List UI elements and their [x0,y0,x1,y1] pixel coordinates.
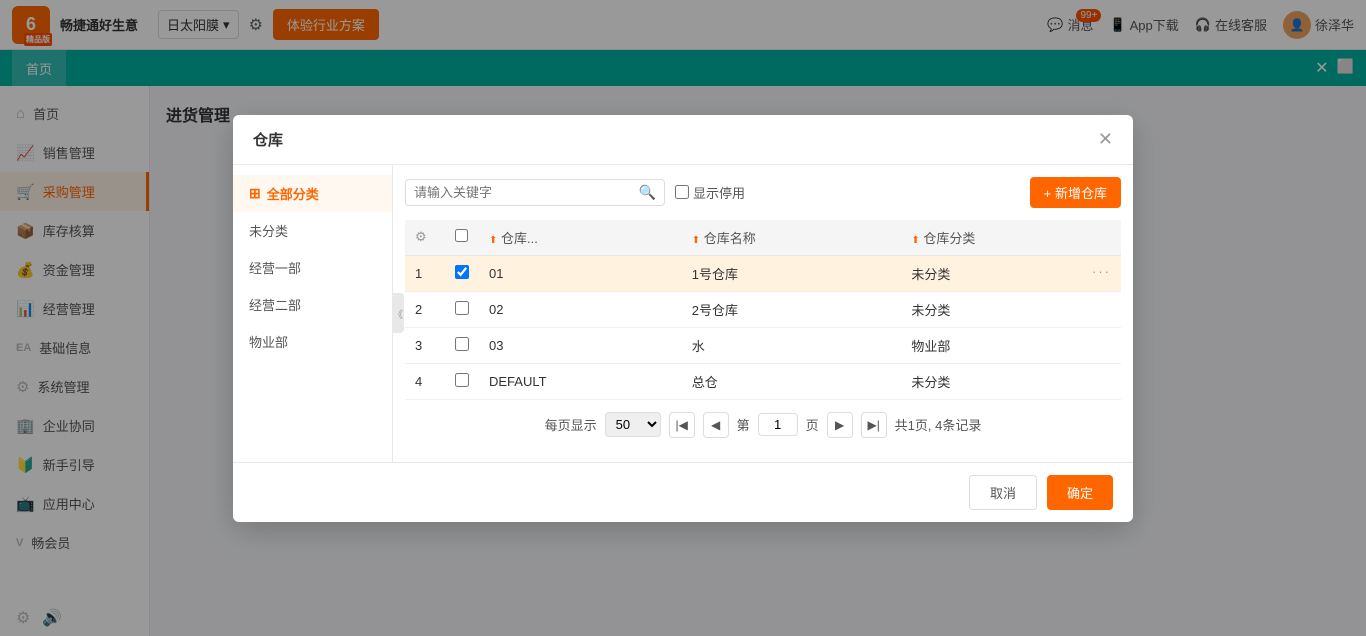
category-sidebar: ⊞ 全部分类 未分类 经营一部 经营二部 物业部 《 [233,165,393,462]
row-checkbox[interactable] [445,255,479,291]
table-toolbar: 🔍 显示停用 + 新增仓库 [405,177,1121,208]
cat-item-unclassified[interactable]: 未分类 [233,212,392,249]
cat-item-ops2[interactable]: 经营二部 [233,286,392,323]
cat-item-property[interactable]: 物业部 [233,323,392,360]
table-row[interactable]: 3 03 水 物业部 [405,327,1121,363]
add-warehouse-button[interactable]: + 新增仓库 [1030,177,1121,208]
modal-title: 仓库 [253,129,283,150]
row-category: 未分类 [901,363,1121,399]
select-all-checkbox[interactable] [455,229,468,242]
row-index: 3 [405,327,445,363]
table-row[interactable]: 1 01 1号仓库 未分类··· [405,255,1121,291]
cat-item-ops1[interactable]: 经营一部 [233,249,392,286]
show-disabled-label[interactable]: 显示停用 [675,183,745,202]
total-records: 共1页, 4条记录 [895,415,982,434]
row-name: 2号仓库 [682,291,902,327]
modal-body: ⊞ 全部分类 未分类 经营一部 经营二部 物业部 《 [233,165,1133,462]
prev-page-button[interactable]: ◀ [703,412,729,438]
row-checkbox[interactable] [445,363,479,399]
sort-icon-name: ⬆ [692,235,700,246]
cat-item-all[interactable]: ⊞ 全部分类 [233,175,392,212]
table-row[interactable]: 2 02 2号仓库 未分类 [405,291,1121,327]
cancel-button[interactable]: 取消 [969,475,1037,510]
row-checkbox[interactable] [445,291,479,327]
grid-icon: ⊞ [249,185,261,202]
collapse-category-button[interactable]: 《 [392,293,404,333]
last-page-button[interactable]: ▶| [861,412,887,438]
per-page-select[interactable]: 50 100 [605,412,661,437]
row-code: 02 [479,291,682,327]
confirm-button[interactable]: 确定 [1047,475,1113,510]
table-area: 🔍 显示停用 + 新增仓库 ⚙ ⬆ 仓库... [393,165,1133,462]
row-name: 1号仓库 [682,255,902,291]
row-index: 1 [405,255,445,291]
next-page-button[interactable]: ▶ [827,412,853,438]
pagination: 每页显示 50 100 |◀ ◀ 第 页 ▶ ▶| 共1页, 4条记录 [405,400,1121,450]
modal-header: 仓库 ✕ [233,115,1133,165]
row-index: 4 [405,363,445,399]
th-checkbox [445,220,479,256]
row-category: 未分类··· [901,255,1121,291]
th-category: ⬆ 仓库分类 [901,220,1121,256]
row-code: DEFAULT [479,363,682,399]
sort-icon: ⬆ [489,235,497,246]
row-category: 物业部 [901,327,1121,363]
sort-icon-cat: ⬆ [911,235,919,246]
settings-icon[interactable]: ⚙ [415,229,427,244]
search-icon[interactable]: 🔍 [639,184,656,201]
th-gear: ⚙ [405,220,445,256]
warehouse-modal: 仓库 ✕ ⊞ 全部分类 未分类 经营一部 经营二部 [233,115,1133,522]
row-name: 总仓 [682,363,902,399]
th-code: ⬆ 仓库... [479,220,682,256]
search-box: 🔍 [405,179,665,206]
row-category: 未分类 [901,291,1121,327]
row-code: 01 [479,255,682,291]
page-number-input[interactable] [758,413,798,436]
th-name: ⬆ 仓库名称 [682,220,902,256]
row-name: 水 [682,327,902,363]
modal-footer: 取消 确定 [233,462,1133,522]
table-row[interactable]: 4 DEFAULT 总仓 未分类 [405,363,1121,399]
row-code: 03 [479,327,682,363]
search-input[interactable] [414,185,635,200]
modal-overlay: 仓库 ✕ ⊞ 全部分类 未分类 经营一部 经营二部 [0,0,1366,636]
warehouse-table: ⚙ ⬆ 仓库... ⬆ 仓库名称 ⬆ 仓库分类 1 01 1号仓库 未分类···… [405,220,1121,400]
show-disabled-checkbox[interactable] [675,185,689,199]
row-action-icon[interactable]: ··· [1092,264,1111,279]
row-index: 2 [405,291,445,327]
close-icon[interactable]: ✕ [1098,129,1113,150]
first-page-button[interactable]: |◀ [669,412,695,438]
row-checkbox[interactable] [445,327,479,363]
